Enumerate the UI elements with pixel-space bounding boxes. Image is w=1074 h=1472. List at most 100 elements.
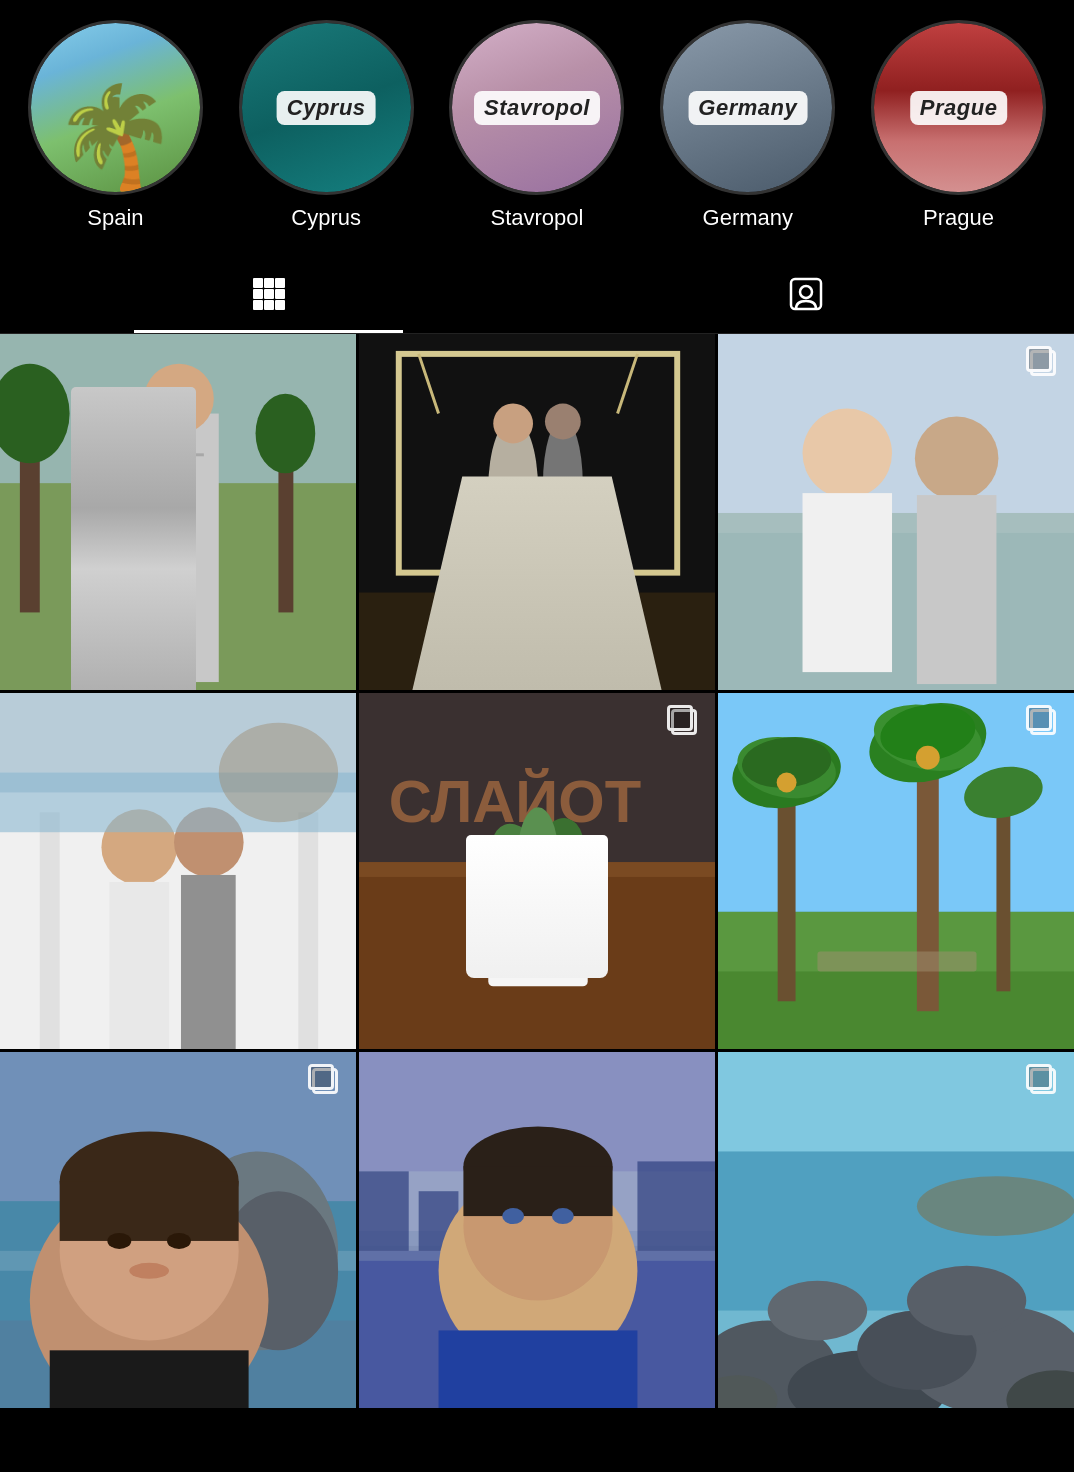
svg-rect-31 — [718, 334, 1074, 533]
grid-cell-1[interactable] — [0, 334, 356, 690]
grid-cell-3[interactable] — [718, 334, 1074, 690]
multi-icon-9 — [1026, 1064, 1062, 1100]
svg-point-108 — [552, 1208, 574, 1224]
svg-rect-36 — [917, 495, 997, 684]
story-overlay-germany: Germany — [688, 91, 807, 125]
grid-cell-7[interactable] — [0, 1052, 356, 1408]
svg-point-92 — [167, 1233, 191, 1249]
svg-point-33 — [803, 409, 892, 498]
svg-rect-1 — [264, 278, 274, 288]
svg-rect-8 — [275, 300, 285, 310]
svg-rect-90 — [60, 1181, 239, 1241]
story-item-spain[interactable]: Spain — [28, 20, 203, 231]
svg-point-18 — [144, 364, 214, 434]
multi-icon-3 — [1026, 346, 1062, 382]
svg-rect-43 — [298, 812, 318, 1049]
svg-point-91 — [107, 1233, 131, 1249]
svg-rect-109 — [439, 1330, 638, 1408]
grid-cell-4[interactable] — [0, 693, 356, 1049]
svg-point-72 — [777, 773, 797, 793]
photo-grid: СЛАЙОТ СЛАЙТ — [0, 334, 1074, 1408]
story-bg-germany: Germany — [663, 23, 832, 192]
svg-point-77 — [916, 746, 940, 770]
svg-rect-34 — [803, 493, 892, 672]
svg-rect-6 — [253, 300, 263, 310]
story-circle-prague: Prague — [871, 20, 1046, 195]
svg-rect-78 — [996, 792, 1010, 991]
story-overlay-prague: Prague — [910, 91, 1008, 125]
svg-rect-41 — [40, 812, 60, 1049]
grid-icon — [251, 276, 287, 318]
svg-rect-100 — [359, 1171, 409, 1251]
grid-cell-9[interactable] — [718, 1052, 1074, 1408]
svg-rect-3 — [253, 289, 263, 299]
svg-rect-67 — [718, 971, 1074, 1049]
story-circle-stavropol: Stavropol — [449, 20, 624, 195]
story-label-germany: Germany — [703, 205, 793, 231]
svg-rect-19 — [154, 453, 204, 456]
svg-point-119 — [768, 1281, 867, 1341]
story-bg-cyprus: Cyprus — [242, 23, 411, 192]
story-bg-stavropol: Stavropol — [452, 23, 621, 192]
svg-point-107 — [502, 1208, 524, 1224]
svg-point-49 — [219, 723, 338, 822]
story-label-cyprus: Cyprus — [291, 205, 361, 231]
story-bg-spain — [31, 23, 200, 192]
svg-rect-0 — [253, 278, 263, 288]
story-item-prague[interactable]: Prague Prague — [871, 20, 1046, 231]
svg-point-28 — [473, 508, 553, 558]
svg-rect-5 — [275, 289, 285, 299]
story-circle-cyprus: Cyprus — [239, 20, 414, 195]
svg-rect-56 — [483, 880, 592, 900]
story-item-germany[interactable]: Germany Germany — [660, 20, 835, 231]
svg-rect-32 — [718, 513, 1074, 690]
svg-rect-29 — [359, 593, 715, 690]
story-item-cyprus[interactable]: Cyprus Cyprus — [239, 20, 414, 231]
grid-cell-6[interactable] — [718, 693, 1074, 1049]
story-label-stavropol: Stavropol — [491, 205, 584, 231]
svg-rect-55 — [488, 887, 587, 986]
svg-point-35 — [915, 417, 999, 501]
tagged-icon — [788, 276, 824, 318]
svg-rect-106 — [463, 1166, 612, 1216]
svg-point-57 — [516, 915, 560, 959]
svg-point-16 — [256, 394, 316, 474]
svg-rect-4 — [264, 289, 274, 299]
svg-rect-47 — [181, 875, 236, 1049]
multi-icon-7 — [308, 1064, 344, 1100]
tab-bar — [0, 241, 1074, 333]
svg-rect-9 — [791, 279, 821, 309]
svg-rect-2 — [275, 278, 285, 288]
tab-grid[interactable] — [0, 261, 537, 333]
svg-point-27 — [545, 404, 581, 440]
svg-rect-7 — [264, 300, 274, 310]
tab-tagged[interactable] — [537, 261, 1074, 333]
svg-point-120 — [907, 1266, 1026, 1336]
stories-section: Spain Cyprus Cyprus Stavropol Stavropol … — [0, 0, 1074, 241]
grid-cell-8[interactable] — [359, 1052, 715, 1408]
svg-point-93 — [129, 1263, 169, 1279]
svg-rect-51 — [359, 872, 715, 1049]
story-label-prague: Prague — [923, 205, 994, 231]
svg-point-10 — [800, 286, 812, 298]
svg-rect-94 — [50, 1350, 249, 1408]
multi-icon-6 — [1026, 705, 1062, 741]
svg-point-61 — [518, 807, 558, 896]
story-circle-spain — [28, 20, 203, 195]
story-overlay-stavropol: Stavropol — [474, 91, 600, 125]
svg-point-121 — [917, 1176, 1074, 1236]
svg-rect-102 — [637, 1161, 715, 1250]
story-label-spain: Spain — [87, 205, 143, 231]
svg-rect-80 — [817, 952, 976, 972]
svg-rect-17 — [139, 414, 219, 682]
svg-point-63 — [537, 827, 610, 907]
svg-point-62 — [467, 827, 540, 907]
story-circle-germany: Germany — [660, 20, 835, 195]
story-item-stavropol[interactable]: Stavropol Stavropol — [449, 20, 624, 231]
svg-rect-45 — [109, 882, 169, 1049]
story-bg-prague: Prague — [874, 23, 1043, 192]
grid-cell-2[interactable] — [359, 334, 715, 690]
story-overlay-cyprus: Cyprus — [277, 91, 376, 125]
multi-icon-5 — [667, 705, 703, 741]
grid-cell-5[interactable]: СЛАЙОТ СЛАЙТ — [359, 693, 715, 1049]
